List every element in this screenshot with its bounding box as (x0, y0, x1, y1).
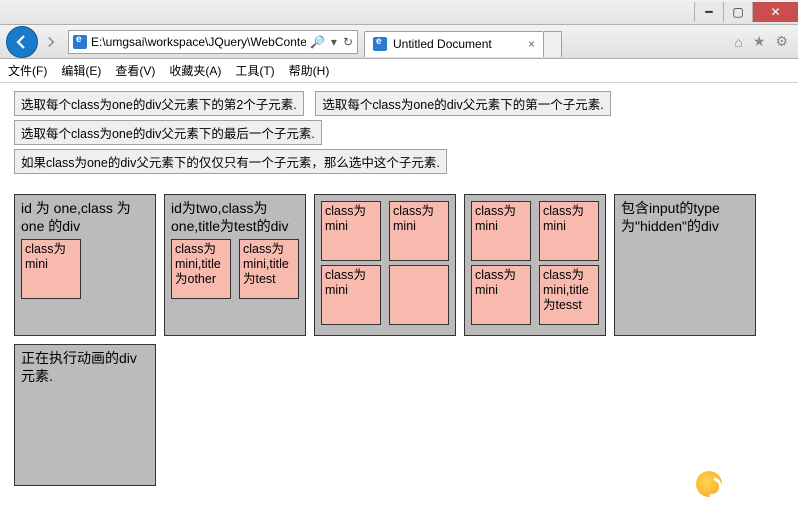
favorites-icon[interactable]: ★ (753, 33, 766, 50)
box-label: 包含input的type为"hidden"的div (621, 200, 720, 234)
watermark: 创新互联 (696, 471, 788, 497)
menu-favorites[interactable]: 收藏夹(A) (169, 62, 221, 79)
search-icon[interactable]: 🔎 (310, 35, 325, 49)
back-button[interactable] (6, 26, 38, 58)
box-label: 正在执行动画的div元素. (21, 350, 137, 384)
arrow-left-icon (14, 34, 30, 50)
mini-box: class为mini (539, 201, 599, 261)
mini-box: class为mini,title为other (171, 239, 231, 299)
btn-last-child[interactable]: 选取每个class为one的div父元素下的最后一个子元素. (14, 120, 322, 145)
tab-close-icon[interactable]: × (520, 37, 535, 51)
box-label: id 为 one,class 为 one 的div (21, 200, 131, 234)
mini-box: class为mini (389, 201, 449, 261)
tab-title: Untitled Document (393, 37, 492, 51)
home-icon[interactable]: ⌂ (734, 34, 742, 50)
watermark-icon (696, 471, 722, 497)
menu-help[interactable]: 帮助(H) (289, 62, 330, 79)
demo-boxes: id 为 one,class 为 one 的div class为mini id为… (14, 194, 784, 336)
ie-icon (373, 37, 387, 51)
box-one: id 为 one,class 为 one 的div class为mini (14, 194, 156, 336)
btn-nth-child-2[interactable]: 选取每个class为one的div父元素下的第2个子元素. (14, 91, 304, 116)
btn-only-child[interactable]: 如果class为one的div父元素下的仅仅只有一个子元素，那么选中这个子元素. (14, 149, 447, 174)
mini-box-empty (389, 265, 449, 325)
new-tab-button[interactable] (544, 31, 562, 57)
mini-box: class为mini,title为test (239, 239, 299, 299)
watermark-text: 创新互联 (728, 474, 788, 495)
box-four: class为mini class为mini class为mini class为m… (464, 194, 606, 336)
mini-box: class为mini (471, 265, 531, 325)
mini-box: class为mini (21, 239, 81, 299)
menu-tools[interactable]: 工具(T) (235, 62, 274, 79)
browser-tab[interactable]: Untitled Document × (364, 31, 544, 57)
box-hidden-input: 包含input的type为"hidden"的div (614, 194, 756, 336)
window-titlebar: ━ ▢ ✕ (0, 0, 798, 25)
btn-first-child[interactable]: 选取每个class为one的div父元素下的第一个子元素. (315, 91, 610, 116)
close-button[interactable]: ✕ (752, 2, 798, 22)
menu-file[interactable]: 文件(F) (8, 62, 47, 79)
dropdown-icon[interactable]: ▾ (331, 35, 337, 49)
arrow-right-icon (45, 36, 57, 48)
nav-bar: 🔎 ▾ ↻ Untitled Document × ⌂ ★ ⚙ (0, 25, 798, 59)
box-label: id为two,class为one,title为test的div (171, 200, 289, 234)
minimize-button[interactable]: ━ (694, 2, 723, 22)
mini-box: class为mini (321, 265, 381, 325)
page-content: 选取每个class为one的div父元素下的第2个子元素. 选取每个class为… (0, 83, 798, 494)
gear-icon[interactable]: ⚙ (775, 33, 788, 50)
menu-bar: 文件(F) 编辑(E) 查看(V) 收藏夹(A) 工具(T) 帮助(H) (0, 59, 798, 83)
refresh-icon[interactable]: ↻ (343, 35, 353, 49)
mini-box: class为mini (471, 201, 531, 261)
box-three: class为mini class为mini class为mini (314, 194, 456, 336)
address-bar[interactable]: 🔎 ▾ ↻ (68, 30, 358, 54)
tab-strip: Untitled Document × (364, 27, 734, 57)
url-input[interactable] (91, 35, 306, 49)
ie-icon (73, 35, 87, 49)
mini-box: class为mini (321, 201, 381, 261)
forward-button[interactable] (40, 28, 62, 56)
menu-edit[interactable]: 编辑(E) (61, 62, 101, 79)
menu-view[interactable]: 查看(V) (115, 62, 155, 79)
box-animating: 正在执行动画的div元素. (14, 344, 156, 486)
mini-box: class为mini,title为tesst (539, 265, 599, 325)
maximize-button[interactable]: ▢ (723, 2, 752, 22)
box-two: id为two,class为one,title为test的div class为mi… (164, 194, 306, 336)
